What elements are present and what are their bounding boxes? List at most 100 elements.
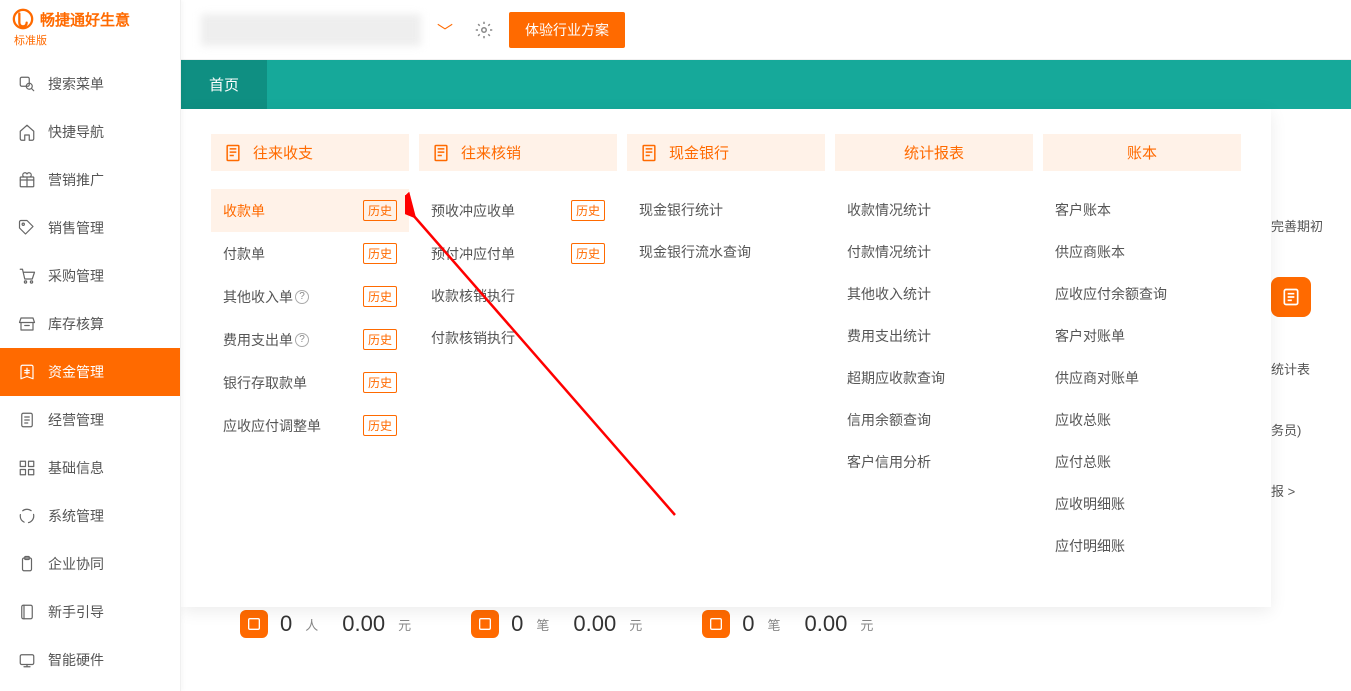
sidebar-item-label: 企业协同 — [48, 554, 104, 574]
report-icon — [1271, 277, 1311, 317]
sidebar-item-label: 智能硬件 — [48, 650, 104, 670]
sidebar-item-6[interactable]: 资金管理 — [0, 348, 180, 396]
history-badge[interactable]: 历史 — [571, 200, 605, 221]
sidebar-item-1[interactable]: 快捷导航 — [0, 108, 180, 156]
mega-item[interactable]: 收款核销执行 — [419, 275, 617, 317]
mega-item[interactable]: 客户对账单 — [1043, 315, 1241, 357]
stat-amount: 0.00 — [573, 611, 616, 637]
mega-columns: 往来收支收款单历史付款单历史其他收入单?历史费用支出单?历史银行存取款单历史应收… — [211, 134, 1241, 567]
col-title: 统计报表 — [904, 142, 964, 163]
hint-stats: 统计表 — [1271, 353, 1351, 384]
mega-item[interactable]: 费用支出统计 — [835, 315, 1033, 357]
mega-item[interactable]: 应付总账 — [1043, 441, 1241, 483]
hint-report[interactable]: 报 > — [1271, 475, 1351, 506]
mega-item-label: 收款情况统计 — [847, 200, 931, 220]
sidebar-item-label: 采购管理 — [48, 266, 104, 286]
mega-item-label: 应收应付余额查询 — [1055, 284, 1167, 304]
gear-icon[interactable] — [469, 21, 499, 39]
mega-item[interactable]: 现金银行统计 — [627, 189, 825, 231]
stat-amount: 0.00 — [804, 611, 847, 637]
header: ﹀ 体验行业方案 — [181, 0, 1351, 60]
mega-col-0: 往来收支收款单历史付款单历史其他收入单?历史费用支出单?历史银行存取款单历史应收… — [211, 134, 409, 567]
mega-item[interactable]: 应收明细账 — [1043, 483, 1241, 525]
sidebar-item-3[interactable]: 销售管理 — [0, 204, 180, 252]
mega-col-1: 往来核销预收冲应收单历史预付冲应付单历史收款核销执行付款核销执行 — [419, 134, 617, 567]
col-title: 往来核销 — [461, 142, 521, 163]
mega-item-label: 应收明细账 — [1055, 494, 1125, 514]
stat-amount: 0.00 — [342, 611, 385, 637]
mega-item-label: 收款单 — [223, 201, 265, 221]
history-badge[interactable]: 历史 — [363, 329, 397, 350]
mega-item-label: 信用余额查询 — [847, 410, 931, 430]
mega-item[interactable]: 供应商对账单 — [1043, 357, 1241, 399]
history-badge[interactable]: 历史 — [363, 415, 397, 436]
mega-item-label: 超期应收款查询 — [847, 368, 945, 388]
mega-item[interactable]: 超期应收款查询 — [835, 357, 1033, 399]
money-icon — [18, 363, 36, 381]
mega-col-4: 账本客户账本供应商账本应收应付余额查询客户对账单供应商对账单应收总账应付总账应收… — [1043, 134, 1241, 567]
sidebar-menu: 搜索菜单快捷导航营销推广销售管理采购管理库存核算资金管理经营管理基础信息系统管理… — [0, 60, 180, 684]
col-header: 往来核销 — [419, 134, 617, 171]
mega-item[interactable]: 银行存取款单历史 — [211, 361, 409, 404]
mega-item[interactable]: 其他收入统计 — [835, 273, 1033, 315]
hint-initial: 完善期初 — [1271, 210, 1351, 241]
sidebar-item-5[interactable]: 库存核算 — [0, 300, 180, 348]
tv-icon — [18, 651, 36, 669]
doc-icon — [431, 143, 451, 163]
try-solution-button[interactable]: 体验行业方案 — [509, 12, 625, 48]
mega-item[interactable]: 收款单 历史 — [211, 189, 409, 232]
history-badge[interactable]: 历史 — [363, 286, 397, 307]
stat-count: 0 — [280, 611, 292, 637]
mega-item-label: 应付明细账 — [1055, 536, 1125, 556]
help-icon[interactable]: ? — [295, 290, 309, 304]
mega-item-label: 客户信用分析 — [847, 452, 931, 472]
mega-item[interactable]: 应付明细账 — [1043, 525, 1241, 567]
mega-item[interactable]: 应收应付调整单 历史 — [211, 404, 409, 447]
mega-item[interactable]: 预收冲应收单 历史 — [419, 189, 617, 232]
mega-item[interactable]: 现金银行流水查询 — [627, 231, 825, 273]
mega-item-label: 其他收入单? — [223, 287, 309, 307]
store-icon — [18, 315, 36, 333]
mega-item-label: 客户账本 — [1055, 200, 1111, 220]
sidebar-item-8[interactable]: 基础信息 — [0, 444, 180, 492]
stat-unit2: 元 — [629, 615, 642, 634]
mega-item[interactable]: 应收总账 — [1043, 399, 1241, 441]
mega-item-label: 预收冲应收单 — [431, 201, 515, 221]
history-badge[interactable]: 历史 — [363, 200, 397, 221]
mega-item[interactable]: 其他收入单? 历史 — [211, 275, 409, 318]
mega-item-label: 预付冲应付单 — [431, 244, 515, 264]
stat-count: 0 — [742, 611, 754, 637]
mega-item[interactable]: 付款核销执行 — [419, 317, 617, 359]
mega-item[interactable]: 付款单 历史 — [211, 232, 409, 275]
sidebar-item-2[interactable]: 营销推广 — [0, 156, 180, 204]
stat-0: 0人0.00元 — [240, 610, 411, 638]
sidebar-item-12[interactable]: 智能硬件 — [0, 636, 180, 684]
sidebar-item-label: 新手引导 — [48, 602, 104, 622]
sidebar-item-11[interactable]: 新手引导 — [0, 588, 180, 636]
tab-home[interactable]: 首页 — [181, 60, 267, 109]
mega-item[interactable]: 收款情况统计 — [835, 189, 1033, 231]
mega-panel: 往来收支收款单历史付款单历史其他收入单?历史费用支出单?历史银行存取款单历史应收… — [181, 109, 1271, 607]
sidebar-item-label: 销售管理 — [48, 218, 104, 238]
sidebar-item-9[interactable]: 系统管理 — [0, 492, 180, 540]
help-icon[interactable]: ? — [295, 333, 309, 347]
sidebar-item-0[interactable]: 搜索菜单 — [0, 60, 180, 108]
mega-item-label: 付款单 — [223, 244, 265, 264]
chevron-down-icon[interactable]: ﹀ — [431, 18, 459, 42]
mega-item[interactable]: 费用支出单?历史 — [211, 318, 409, 361]
col-header: 统计报表 — [835, 134, 1033, 171]
mega-item[interactable]: 供应商账本 — [1043, 231, 1241, 273]
mega-item[interactable]: 客户账本 — [1043, 189, 1241, 231]
sidebar-item-10[interactable]: 企业协同 — [0, 540, 180, 588]
mega-item[interactable]: 应收应付余额查询 — [1043, 273, 1241, 315]
sidebar-item-4[interactable]: 采购管理 — [0, 252, 180, 300]
history-badge[interactable]: 历史 — [363, 372, 397, 393]
mega-item[interactable]: 信用余额查询 — [835, 399, 1033, 441]
mega-item[interactable]: 客户信用分析 — [835, 441, 1033, 483]
mega-item[interactable]: 预付冲应付单 历史 — [419, 232, 617, 275]
mega-item-label: 应收应付调整单 — [223, 416, 321, 436]
history-badge[interactable]: 历史 — [363, 243, 397, 264]
sidebar-item-7[interactable]: 经营管理 — [0, 396, 180, 444]
mega-item[interactable]: 付款情况统计 — [835, 231, 1033, 273]
history-badge[interactable]: 历史 — [571, 243, 605, 264]
